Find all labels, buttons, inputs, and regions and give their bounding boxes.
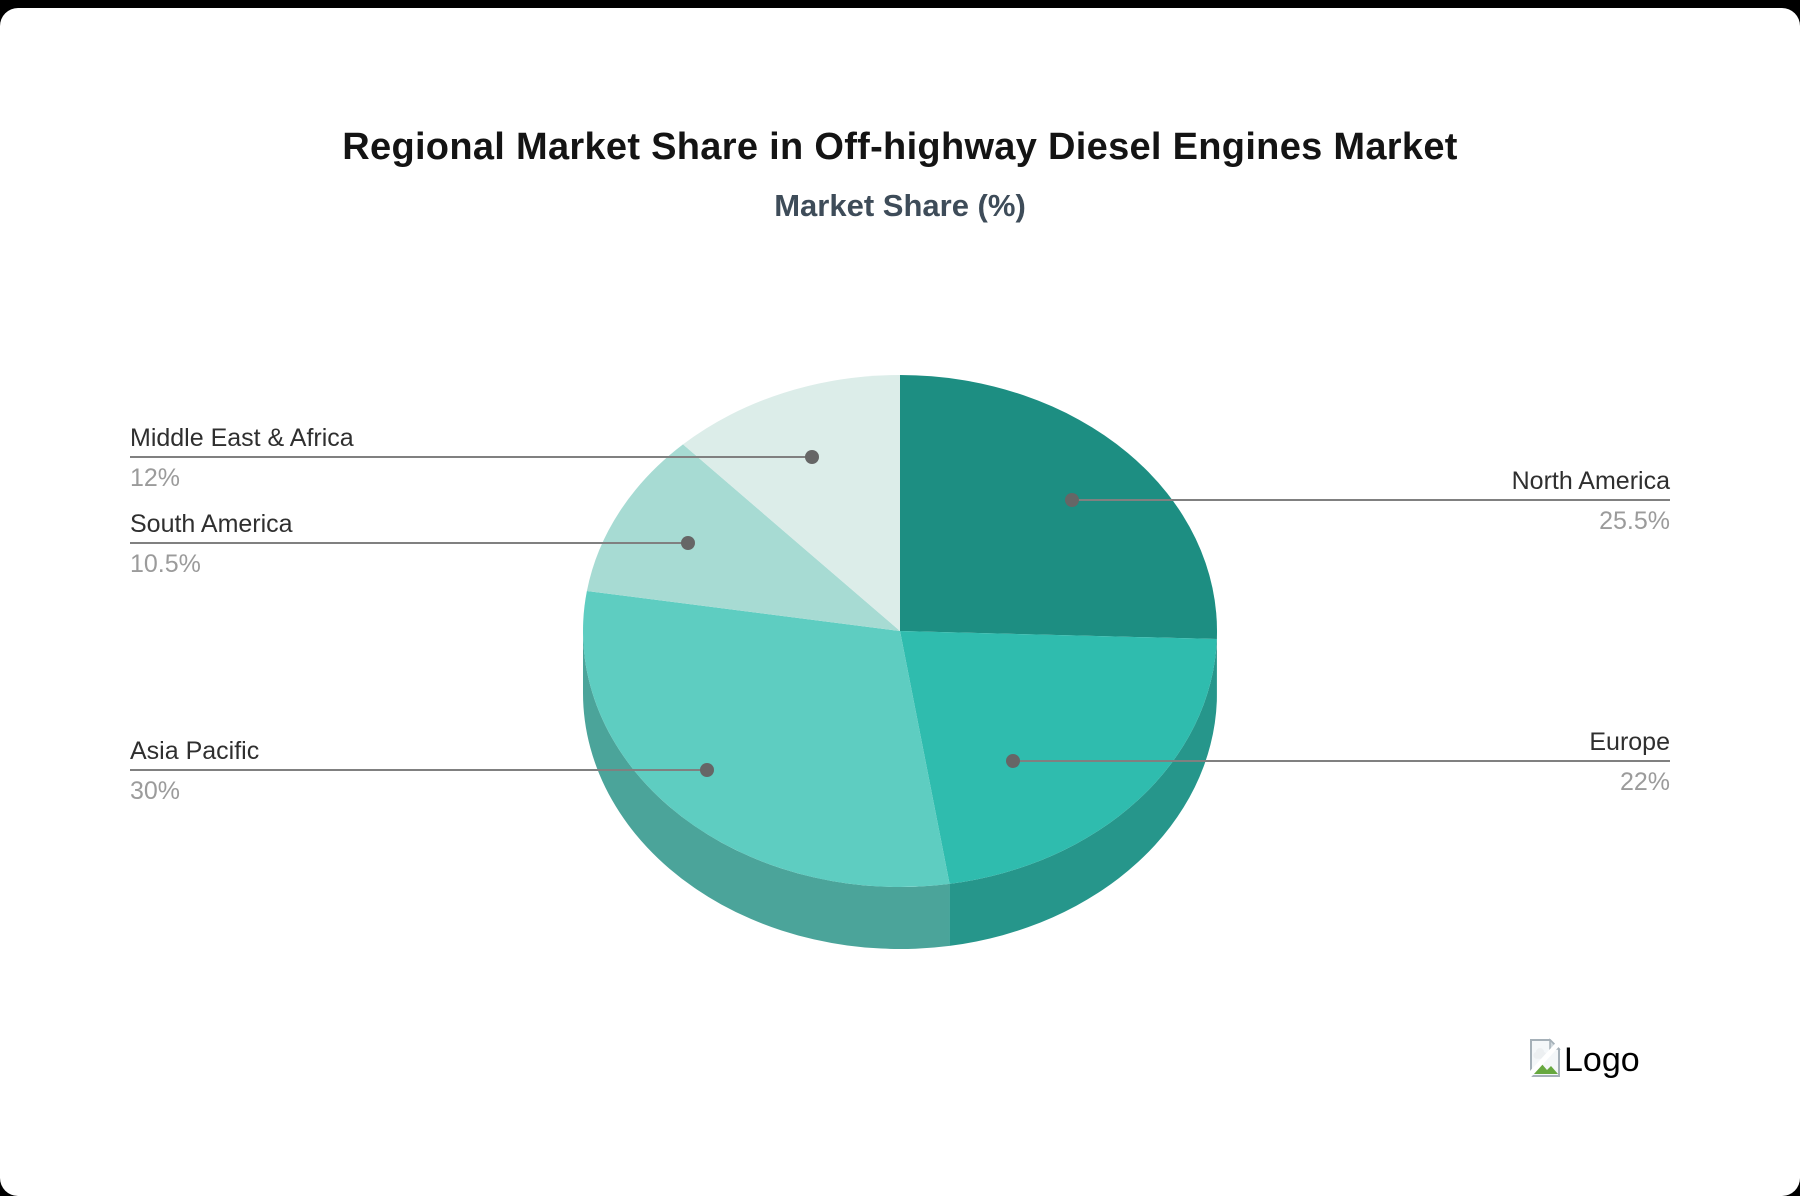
pie-chart <box>130 375 1670 950</box>
label-middle-east-africa: Middle East & Africa 12% <box>130 420 354 500</box>
label-europe: Europe 22% <box>1589 724 1670 804</box>
logo-alt-text: Logo <box>1564 1041 1640 1079</box>
logo: Logo <box>1528 1038 1640 1080</box>
slice-name: South America <box>130 510 293 538</box>
leader-dot-south-america <box>681 536 695 550</box>
slice-name: Europe <box>1589 728 1670 756</box>
slice-name: North America <box>1511 467 1670 495</box>
chart-subtitle: Market Share (%) <box>774 188 1026 223</box>
leader-dot-asia-pacific <box>700 763 714 777</box>
slice-percent: 10.5% <box>130 550 201 578</box>
slice-percent: 12% <box>130 464 181 492</box>
label-south-america: South America 10.5% <box>130 506 293 586</box>
slice-name: Middle East & Africa <box>130 424 354 452</box>
pie-slice-europe[interactable] <box>900 631 1217 884</box>
pie-slice-asia-pacific[interactable] <box>583 590 950 888</box>
pie-slice-north-america[interactable] <box>900 375 1218 640</box>
leader-dot-middle-east-africa <box>805 450 819 464</box>
chart-title: Regional Market Share in Off-highway Die… <box>342 126 1458 168</box>
label-north-america: North America 25.5% <box>1512 463 1670 543</box>
slice-percent: 30% <box>130 777 181 805</box>
chart-page: Regional Market Share in Off-highway Die… <box>0 8 1800 1196</box>
leader-dot-europe <box>1006 754 1020 768</box>
slice-percent: 25.5% <box>1599 507 1670 535</box>
slice-percent: 22% <box>1619 768 1670 796</box>
leader-dot-north-america <box>1065 493 1079 507</box>
broken-image-icon <box>1528 1038 1561 1078</box>
label-asia-pacific: Asia Pacific 30% <box>130 733 259 813</box>
slice-name: Asia Pacific <box>130 737 260 765</box>
